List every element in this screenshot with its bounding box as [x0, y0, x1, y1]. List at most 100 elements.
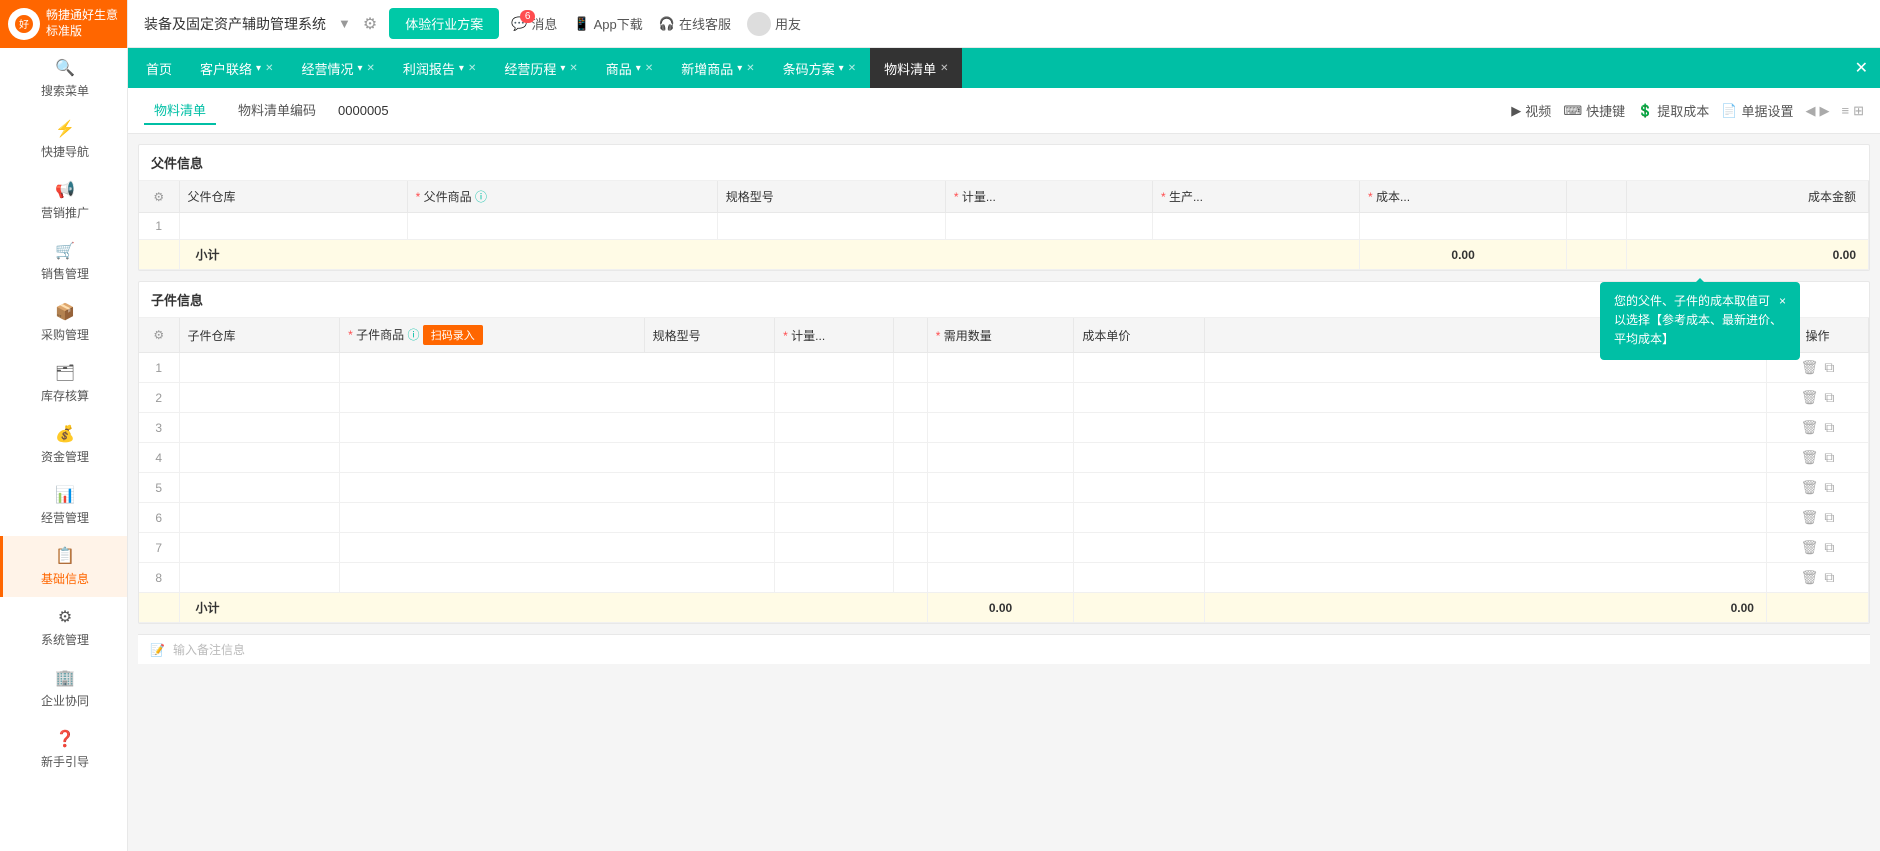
- sidebar-item-finance[interactable]: 💰 资金管理: [0, 414, 127, 475]
- child-unit-cost-cell[interactable]: [1074, 353, 1205, 383]
- close-icon[interactable]: ✕: [848, 63, 856, 74]
- user-action[interactable]: 用友: [747, 12, 801, 36]
- child-unit-cell[interactable]: [893, 383, 927, 413]
- delete-icon[interactable]: 🗑: [1801, 539, 1819, 556]
- child-cost-amount-cell[interactable]: [1204, 533, 1766, 563]
- grid-view-icon[interactable]: ⊞: [1853, 103, 1864, 119]
- child-quantity-cell[interactable]: [927, 383, 1074, 413]
- tab-barcode[interactable]: 条码方案 ▾ ✕: [769, 48, 870, 88]
- parent-cost-cell[interactable]: [1360, 213, 1567, 240]
- child-product-cell[interactable]: [340, 443, 775, 473]
- child-warehouse-cell[interactable]: [179, 353, 340, 383]
- next-icon[interactable]: ▶: [1820, 103, 1830, 119]
- child-unit-cell[interactable]: [893, 533, 927, 563]
- tab-new-products[interactable]: 新增商品 ▾ ✕: [667, 48, 768, 88]
- child-quantity-cell[interactable]: [927, 503, 1074, 533]
- tooltip-close-btn[interactable]: ×: [1779, 292, 1786, 311]
- child-spec-cell[interactable]: [775, 443, 893, 473]
- child-quantity-cell[interactable]: [927, 413, 1074, 443]
- dropdown-arrow-icon[interactable]: ▼: [338, 16, 351, 31]
- copy-icon[interactable]: ⧉: [1824, 569, 1834, 586]
- child-warehouse-cell[interactable]: [179, 383, 340, 413]
- child-spec-cell[interactable]: [775, 533, 893, 563]
- child-quantity-cell[interactable]: [927, 473, 1074, 503]
- child-cost-amount-cell[interactable]: [1204, 473, 1766, 503]
- sub-tab-bom-list[interactable]: 物料清单: [144, 96, 216, 125]
- sidebar-item-purchase[interactable]: 📦 采购管理: [0, 292, 127, 353]
- list-view-icon[interactable]: ≡: [1842, 103, 1850, 119]
- note-hint[interactable]: 输入备注信息: [173, 641, 245, 658]
- close-icon[interactable]: ✕: [468, 63, 476, 74]
- copy-icon[interactable]: ⧉: [1824, 389, 1834, 406]
- child-spec-cell[interactable]: [775, 473, 893, 503]
- shortcut-action[interactable]: ⌨ 快捷键: [1563, 101, 1625, 120]
- settings-icon[interactable]: ⚙: [363, 14, 377, 34]
- prev-icon[interactable]: ◀: [1806, 103, 1816, 119]
- child-unit-cost-cell[interactable]: [1074, 503, 1205, 533]
- child-cost-amount-cell[interactable]: [1204, 503, 1766, 533]
- app-download-action[interactable]: 📱 App下载: [573, 14, 642, 33]
- message-action[interactable]: 💬 6 消息: [511, 14, 557, 33]
- child-warehouse-cell[interactable]: [179, 413, 340, 443]
- delete-icon[interactable]: 🗑: [1801, 359, 1819, 376]
- sidebar-item-marketing[interactable]: 📢 营销推广: [0, 170, 127, 231]
- child-warehouse-cell[interactable]: [179, 443, 340, 473]
- child-unit-cost-cell[interactable]: [1074, 413, 1205, 443]
- parent-spec-cell[interactable]: [717, 213, 945, 240]
- child-product-cell[interactable]: [340, 353, 775, 383]
- child-cost-amount-cell[interactable]: [1204, 443, 1766, 473]
- tab-customers[interactable]: 客户联络 ▾ ✕: [186, 48, 287, 88]
- child-quantity-cell[interactable]: [927, 533, 1074, 563]
- child-unit-cost-cell[interactable]: [1074, 443, 1205, 473]
- child-unit-cell[interactable]: [893, 563, 927, 593]
- copy-icon[interactable]: ⧉: [1824, 539, 1834, 556]
- tab-profit-report[interactable]: 利润报告 ▾ ✕: [389, 48, 490, 88]
- tab-products[interactable]: 商品 ▾ ✕: [592, 48, 667, 88]
- copy-icon[interactable]: ⧉: [1824, 449, 1834, 466]
- parent-warehouse-cell[interactable]: [179, 213, 407, 240]
- child-quantity-cell[interactable]: [927, 353, 1074, 383]
- delete-icon[interactable]: 🗑: [1801, 509, 1819, 526]
- tab-bom-list[interactable]: 物料清单 ✕: [870, 48, 962, 88]
- child-warehouse-cell[interactable]: [179, 503, 340, 533]
- child-spec-cell[interactable]: [775, 503, 893, 533]
- child-cost-amount-cell[interactable]: [1204, 563, 1766, 593]
- child-product-cell[interactable]: [340, 533, 775, 563]
- close-icon[interactable]: ✕: [645, 63, 653, 74]
- view-action[interactable]: ▶ 视频: [1511, 101, 1551, 120]
- close-icon[interactable]: ✕: [367, 63, 375, 74]
- sub-tab-bom-code[interactable]: 物料清单编码: [228, 96, 326, 125]
- extract-cost-action[interactable]: 💲 提取成本: [1637, 101, 1709, 120]
- child-product-cell[interactable]: [340, 563, 775, 593]
- child-warehouse-cell[interactable]: [179, 563, 340, 593]
- child-spec-cell[interactable]: [775, 413, 893, 443]
- child-warehouse-cell[interactable]: [179, 533, 340, 563]
- child-unit-cell[interactable]: [893, 443, 927, 473]
- close-icon[interactable]: ✕: [746, 63, 754, 74]
- scan-btn[interactable]: 扫码录入: [423, 325, 483, 345]
- sidebar-item-search[interactable]: 🔍 搜索菜单: [0, 48, 127, 109]
- single-settings-action[interactable]: 📄 单据设置: [1721, 101, 1793, 120]
- child-unit-cell[interactable]: [893, 503, 927, 533]
- child-unit-cost-cell[interactable]: [1074, 563, 1205, 593]
- child-product-cell[interactable]: [340, 383, 775, 413]
- child-spec-cell[interactable]: [775, 383, 893, 413]
- child-unit-cost-cell[interactable]: [1074, 473, 1205, 503]
- delete-icon[interactable]: 🗑: [1801, 569, 1819, 586]
- copy-icon[interactable]: ⧉: [1824, 509, 1834, 526]
- parent-unit-cell[interactable]: [945, 213, 1152, 240]
- parent-col-config[interactable]: ⚙: [139, 181, 179, 213]
- child-product-cell[interactable]: [340, 413, 775, 443]
- child-product-cell[interactable]: [340, 473, 775, 503]
- close-icon[interactable]: ✕: [265, 63, 273, 74]
- child-col-config[interactable]: ⚙: [139, 318, 179, 353]
- child-warehouse-cell[interactable]: [179, 473, 340, 503]
- child-quantity-cell[interactable]: [927, 443, 1074, 473]
- close-icon[interactable]: ✕: [569, 63, 577, 74]
- sidebar-item-quick-nav[interactable]: ⚡ 快捷导航: [0, 109, 127, 170]
- sidebar-item-system[interactable]: ⚙ 系统管理: [0, 597, 127, 658]
- close-window-btn[interactable]: ✕: [1847, 58, 1876, 78]
- sidebar-item-basic-info[interactable]: 📋 基础信息: [0, 536, 127, 597]
- child-unit-cost-cell[interactable]: [1074, 383, 1205, 413]
- online-service-action[interactable]: 🎧 在线客服: [659, 14, 731, 33]
